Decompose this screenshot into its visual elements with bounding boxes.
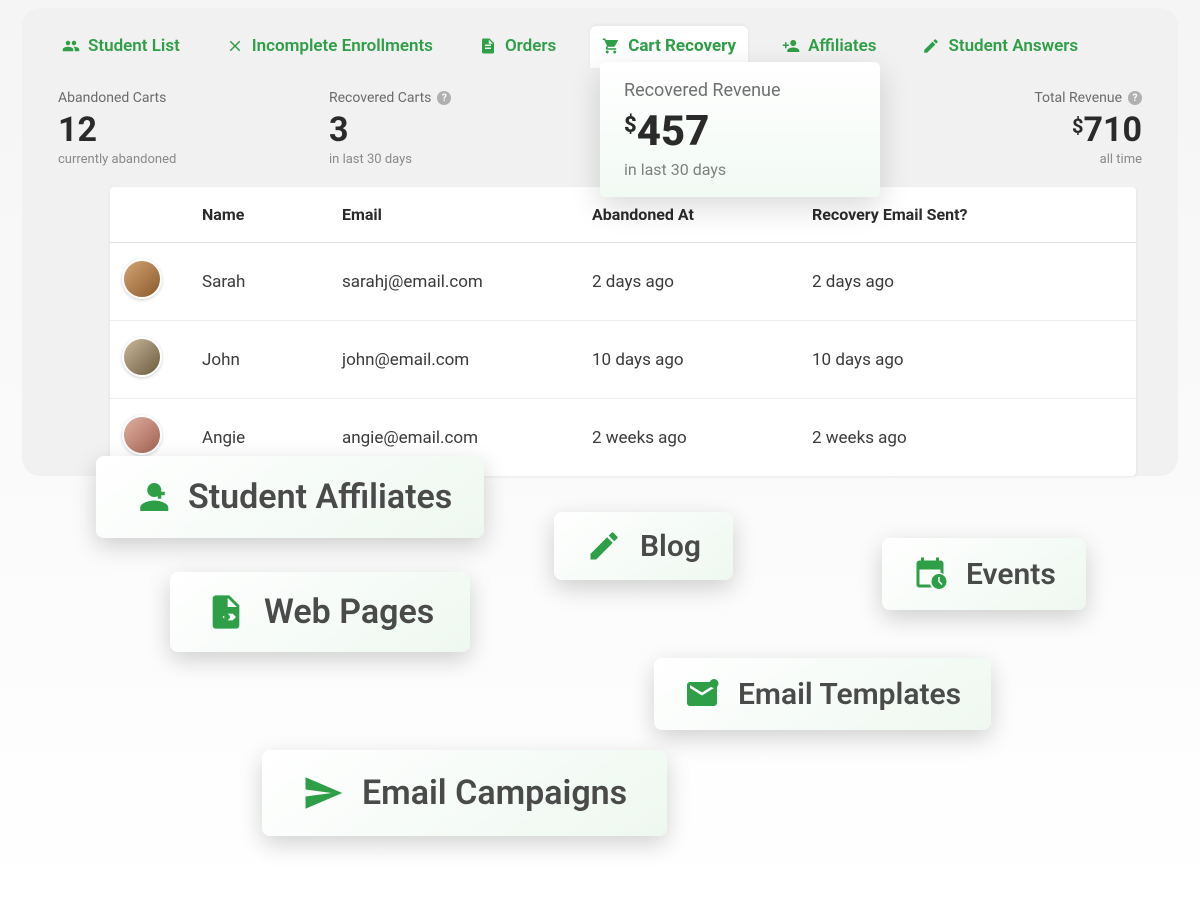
tab-label: Affiliates <box>808 36 876 56</box>
tab-incomplete-enrollments[interactable]: Incomplete Enrollments <box>214 26 445 68</box>
avatar <box>122 259 162 299</box>
feature-label: Blog <box>640 529 701 564</box>
metric-abandoned-carts: Abandoned Carts 12 currently abandoned <box>58 90 329 167</box>
feature-email-templates[interactable]: Email Templates <box>654 658 991 730</box>
avatar <box>122 337 162 377</box>
code-file-icon <box>206 592 246 632</box>
metric-value: 12 <box>58 110 329 150</box>
feature-label: Web Pages <box>264 592 434 632</box>
metric-label: Total Revenue ? <box>871 90 1142 106</box>
paper-plane-icon <box>302 772 344 814</box>
users-icon <box>62 37 80 55</box>
abandoned-carts-table: Name Email Abandoned At Recovery Email S… <box>110 187 1136 476</box>
feature-label: Email Campaigns <box>362 773 627 813</box>
feature-blog[interactable]: Blog <box>554 512 733 580</box>
cell-recovery-sent: 2 weeks ago <box>800 399 1136 477</box>
feature-label: Student Affiliates <box>188 477 452 517</box>
calendar-clock-icon <box>912 556 948 592</box>
metric-recovered-carts: Recovered Carts ? 3 in last 30 days <box>329 90 600 167</box>
highlight-sub: in last 30 days <box>624 160 856 179</box>
metric-sub: in last 30 days <box>329 152 600 167</box>
tabs-bar: Student List Incomplete Enrollments Orde… <box>22 8 1178 68</box>
cell-abandoned-at: 10 days ago <box>580 321 800 399</box>
help-icon[interactable]: ? <box>437 91 451 105</box>
cell-recovery-sent: 10 days ago <box>800 321 1136 399</box>
metric-label: Abandoned Carts <box>58 90 329 106</box>
metric-total-revenue: Total Revenue ? $710 all time <box>871 90 1142 167</box>
x-icon <box>226 37 244 55</box>
metric-sub: currently abandoned <box>58 152 329 167</box>
table-row[interactable]: John john@email.com 10 days ago 10 days … <box>110 321 1136 399</box>
tab-orders[interactable]: Orders <box>467 26 568 68</box>
tab-label: Cart Recovery <box>628 36 736 56</box>
tab-label: Orders <box>505 36 556 56</box>
highlight-label: Recovered Revenue <box>624 80 856 101</box>
col-email[interactable]: Email <box>330 187 580 243</box>
pencil-icon <box>922 37 940 55</box>
user-plus-icon <box>128 476 170 518</box>
user-plus-icon <box>782 37 800 55</box>
metric-value: $710 <box>871 110 1142 150</box>
col-name[interactable]: Name <box>190 187 330 243</box>
cell-email: sarahj@email.com <box>330 243 580 321</box>
metric-label: Recovered Carts ? <box>329 90 600 106</box>
cell-abandoned-at: 2 days ago <box>580 243 800 321</box>
recovered-revenue-card: Recovered Revenue $457 in last 30 days <box>600 62 880 197</box>
cell-name: John <box>190 321 330 399</box>
cell-email: john@email.com <box>330 321 580 399</box>
metric-value: 3 <box>329 110 600 150</box>
table-row[interactable]: Sarah sarahj@email.com 2 days ago 2 days… <box>110 243 1136 321</box>
feature-events[interactable]: Events <box>882 538 1086 610</box>
feature-student-affiliates[interactable]: Student Affiliates <box>96 456 484 538</box>
pen-icon <box>586 528 622 564</box>
tab-student-list[interactable]: Student List <box>50 26 192 68</box>
cell-recovery-sent: 2 days ago <box>800 243 1136 321</box>
feature-email-campaigns[interactable]: Email Campaigns <box>262 750 667 836</box>
file-icon <box>479 37 497 55</box>
avatar <box>122 415 162 455</box>
envelope-dot-icon <box>684 676 720 712</box>
tab-student-answers[interactable]: Student Answers <box>910 26 1090 68</box>
feature-label: Email Templates <box>738 677 961 712</box>
tab-label: Student List <box>88 36 180 56</box>
feature-label: Events <box>966 557 1056 592</box>
help-icon[interactable]: ? <box>1128 91 1142 105</box>
cell-abandoned-at: 2 weeks ago <box>580 399 800 477</box>
tab-label: Incomplete Enrollments <box>252 36 433 56</box>
cart-icon <box>602 37 620 55</box>
highlight-value: $457 <box>624 107 856 156</box>
tab-label: Student Answers <box>948 36 1078 56</box>
feature-web-pages[interactable]: Web Pages <box>170 572 470 652</box>
metric-sub: all time <box>871 152 1142 167</box>
cell-name: Sarah <box>190 243 330 321</box>
